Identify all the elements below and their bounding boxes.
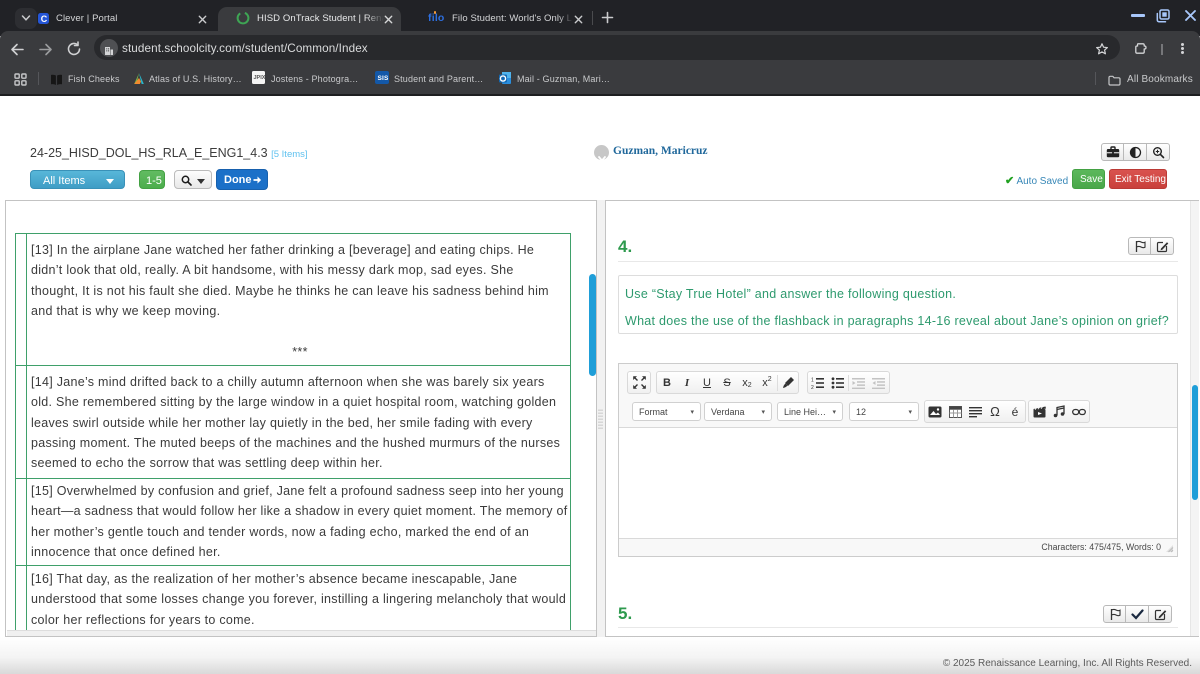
svg-text:2: 2 bbox=[811, 385, 814, 389]
svg-text:1: 1 bbox=[811, 377, 814, 383]
